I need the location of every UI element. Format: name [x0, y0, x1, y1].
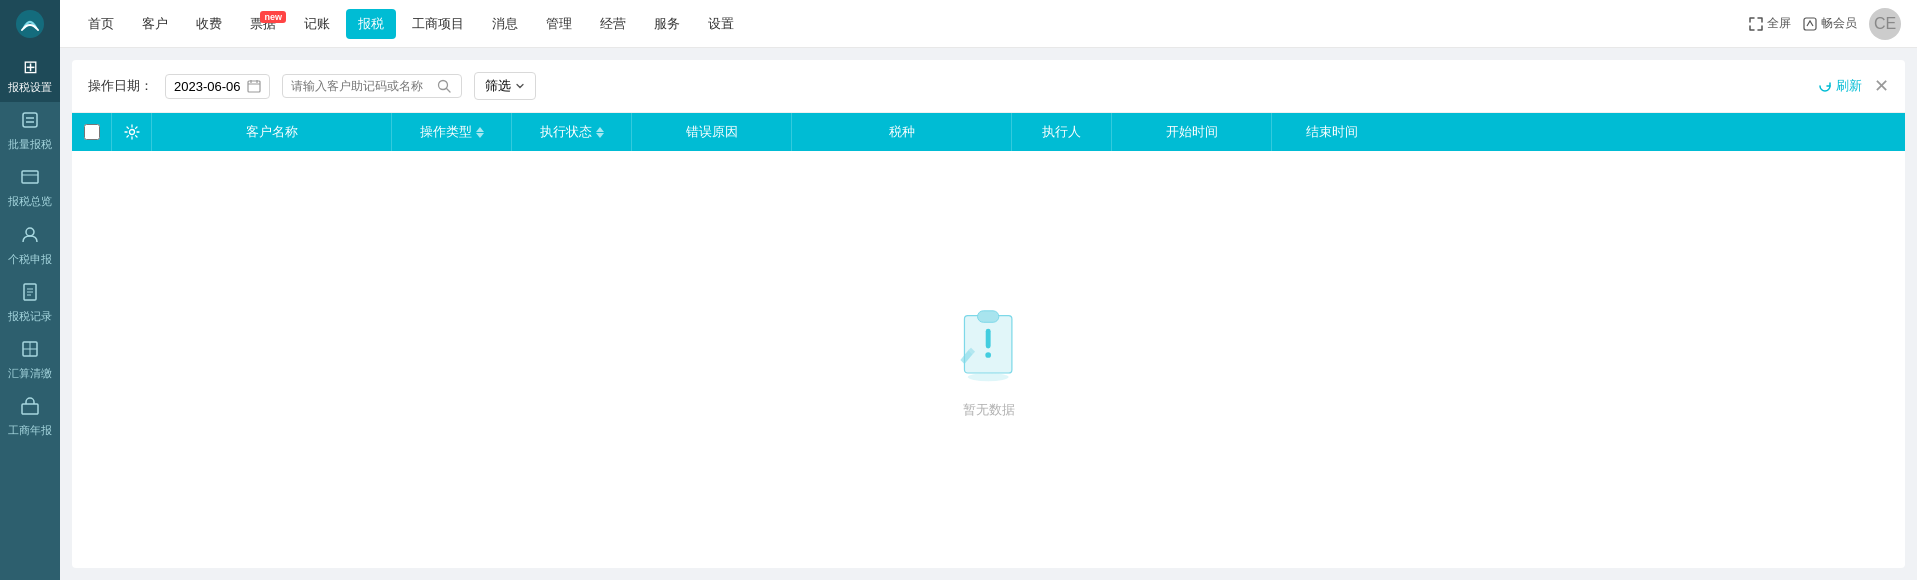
sidebar-item-huisuanqinghe[interactable]: 汇算清缴: [0, 331, 60, 388]
close-button[interactable]: ✕: [1874, 77, 1889, 95]
member-button[interactable]: 畅会员: [1803, 15, 1857, 32]
empty-text: 暂无数据: [963, 401, 1015, 419]
sort-icon-exec-status: [596, 127, 604, 138]
svg-rect-14: [22, 404, 38, 414]
geshushenbaos-icon: [20, 225, 40, 250]
baoshuishezhi-icon: ⊞: [23, 56, 38, 78]
svg-rect-4: [22, 171, 38, 183]
svg-point-6: [26, 228, 34, 236]
sidebar-item-baoshuishezhi[interactable]: ⊞ 报税设置: [0, 48, 60, 102]
svg-point-29: [967, 373, 1008, 381]
page-area: 操作日期： 2023-06-06: [60, 48, 1917, 580]
svg-rect-16: [248, 81, 260, 92]
svg-rect-15: [1804, 18, 1816, 30]
date-input[interactable]: 2023-06-06: [165, 74, 270, 99]
svg-line-21: [446, 89, 450, 93]
member-label: 畅会员: [1821, 15, 1857, 32]
topnav-items: 首页 客户 收费 票据 new 记账 报税 工商项目 消息 管理 经营 服务 设…: [76, 9, 1749, 39]
sidebar-item-gongshangnianbaos[interactable]: 工商年报: [0, 388, 60, 445]
topnav-item-services[interactable]: 服务: [642, 9, 692, 39]
sidebar-item-baoshuizonglan[interactable]: 报税总览: [0, 159, 60, 216]
th-error-reason: 错误原因: [632, 113, 792, 151]
topnav-item-customer[interactable]: 客户: [130, 9, 180, 39]
table-header: 客户名称 操作类型 执行状态: [72, 113, 1905, 151]
fullscreen-icon: [1749, 17, 1763, 31]
search-icon: [437, 79, 451, 93]
logo[interactable]: [0, 0, 60, 48]
filter-button[interactable]: 筛选: [474, 72, 536, 100]
svg-point-28: [985, 352, 991, 358]
th-settings[interactable]: [112, 113, 152, 151]
date-label: 操作日期：: [88, 77, 153, 95]
sidebar-item-baoshuishezhi-label: 报税设置: [8, 81, 52, 94]
fullscreen-button[interactable]: 全屏: [1749, 15, 1791, 32]
topnav-item-accounts[interactable]: 记账: [292, 9, 342, 39]
sidebar-item-geshushenbaos-label: 个税申报: [8, 253, 52, 266]
refresh-label: 刷新: [1836, 77, 1862, 95]
user-avatar[interactable]: CE: [1869, 8, 1901, 40]
th-exec-status[interactable]: 执行状态: [512, 113, 632, 151]
topnav-item-taxes[interactable]: 报税: [346, 9, 396, 39]
sidebar: ⊞ 报税设置 批量报税 报税总览 个税申报 报税记录 汇算清缴 工商: [0, 0, 60, 580]
empty-state-icon: [944, 301, 1034, 391]
th-end-time: 结束时间: [1272, 113, 1392, 151]
content-card: 操作日期： 2023-06-06: [72, 60, 1905, 568]
sidebar-item-piliangbaoshui[interactable]: 批量报税: [0, 102, 60, 159]
fullscreen-label: 全屏: [1767, 15, 1791, 32]
filter-label: 筛选: [485, 77, 511, 95]
sidebar-item-piliangbaoshui-label: 批量报税: [8, 138, 52, 151]
search-input-wrap[interactable]: [282, 74, 462, 98]
table-wrap: 客户名称 操作类型 执行状态: [72, 113, 1905, 568]
topnav-item-home[interactable]: 首页: [76, 9, 126, 39]
calendar-icon: [247, 79, 261, 93]
th-client-name: 客户名称: [152, 113, 392, 151]
topnav-item-settings[interactable]: 设置: [696, 9, 746, 39]
date-value: 2023-06-06: [174, 79, 241, 94]
select-all-checkbox[interactable]: [84, 124, 100, 140]
sort-icon-operation-type: [476, 127, 484, 138]
th-start-time: 开始时间: [1112, 113, 1272, 151]
refresh-icon: [1818, 79, 1832, 93]
th-tax-type: 税种: [792, 113, 1012, 151]
sidebar-item-baoshuijilu[interactable]: 报税记录: [0, 274, 60, 331]
sidebar-item-gongshangnianbaos-label: 工商年报: [8, 424, 52, 437]
svg-point-22: [129, 130, 134, 135]
th-operation-type[interactable]: 操作类型: [392, 113, 512, 151]
sidebar-item-baoshuizonglan-label: 报税总览: [8, 195, 52, 208]
member-icon: [1803, 17, 1817, 31]
topnav-right: 全屏 畅会员 CE: [1749, 8, 1901, 40]
topnav-item-business[interactable]: 工商项目: [400, 9, 476, 39]
topnav-item-operations[interactable]: 经营: [588, 9, 638, 39]
sidebar-item-geshushenbaos[interactable]: 个税申报: [0, 217, 60, 274]
topnav-item-manage[interactable]: 管理: [534, 9, 584, 39]
search-input[interactable]: [291, 79, 431, 93]
th-checkbox[interactable]: [72, 113, 112, 151]
main-wrapper: 首页 客户 收费 票据 new 记账 报税 工商项目 消息 管理 经营 服务 设…: [60, 0, 1917, 580]
chevron-down-icon: [515, 81, 525, 91]
piliangbaoshui-icon: [20, 110, 40, 135]
baoshuizonglan-icon: [20, 167, 40, 192]
svg-rect-27: [985, 328, 990, 348]
table-body-empty: 暂无数据: [72, 151, 1905, 568]
huisuanqinghe-icon: [20, 339, 40, 364]
sidebar-item-baoshuijilu-label: 报税记录: [8, 310, 52, 323]
refresh-button[interactable]: 刷新: [1818, 77, 1862, 95]
toolbar-right: 刷新 ✕: [1818, 77, 1889, 95]
topnav-item-fees[interactable]: 收费: [184, 9, 234, 39]
new-badge: new: [260, 11, 286, 23]
sidebar-item-huisuanqinghe-label: 汇算清缴: [8, 367, 52, 380]
toolbar: 操作日期： 2023-06-06: [72, 60, 1905, 113]
gongshangnianbaos-icon: [20, 396, 40, 421]
topnav-item-invoices[interactable]: 票据 new: [238, 9, 288, 39]
th-executor: 执行人: [1012, 113, 1112, 151]
svg-rect-25: [977, 310, 998, 321]
gear-icon: [124, 124, 140, 140]
svg-rect-1: [23, 113, 37, 127]
topnav: 首页 客户 收费 票据 new 记账 报税 工商项目 消息 管理 经营 服务 设…: [60, 0, 1917, 48]
baoshuijilu-icon: [20, 282, 40, 307]
topnav-item-messages[interactable]: 消息: [480, 9, 530, 39]
